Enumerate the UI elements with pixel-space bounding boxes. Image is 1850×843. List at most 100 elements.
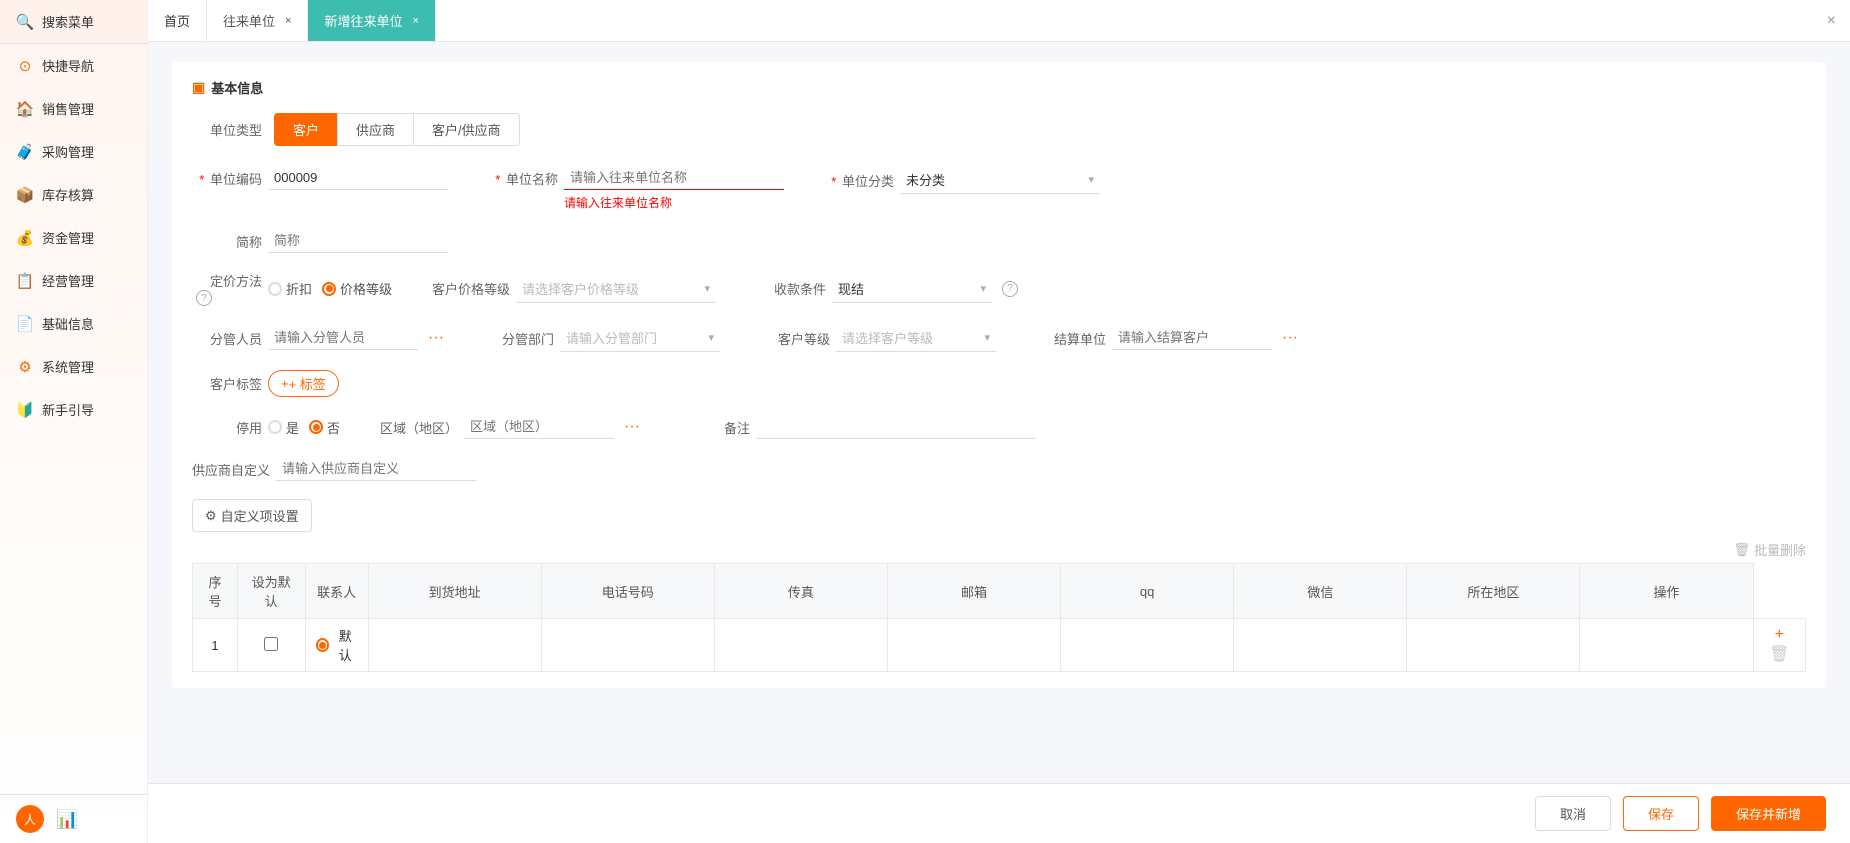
- settlement-unit-input[interactable]: [1112, 326, 1272, 350]
- operations-icon: 📋: [16, 272, 34, 290]
- shortcut-icon: ⊙: [16, 57, 34, 75]
- radio-yes[interactable]: 是: [268, 418, 299, 437]
- cell-fax[interactable]: [887, 619, 1060, 672]
- remarks-label: 备注: [680, 418, 750, 437]
- table-header: 序号 设为默认 联系人 到货地址 电话号码 传真 邮箱 qq 微信 所在地区 操…: [193, 564, 1806, 619]
- remarks-input[interactable]: [756, 415, 1036, 439]
- payment-terms-select[interactable]: 现结 ▾: [832, 275, 992, 303]
- custom-settings-button[interactable]: ⚙ 自定义项设置: [192, 499, 312, 532]
- sidebar-item-purchase[interactable]: 🧳 采购管理: [0, 130, 147, 173]
- radio-no[interactable]: 否: [309, 418, 340, 437]
- cell-address[interactable]: [541, 619, 714, 672]
- cell-wechat[interactable]: [1407, 619, 1580, 672]
- sidebar-item-sales[interactable]: 🏠 销售管理: [0, 87, 147, 130]
- sidebar-item-finance[interactable]: 💰 资金管理: [0, 216, 147, 259]
- wechat-input[interactable]: [1417, 638, 1569, 653]
- fax-input[interactable]: [898, 638, 1050, 653]
- customer-price-level-field: 客户价格等级 请选择客户价格等级 ▾: [432, 275, 716, 303]
- unit-type-label: 单位类型: [192, 120, 262, 139]
- supplier-custom-label: 供应商自定义: [192, 460, 270, 479]
- basic-icon: 📄: [16, 315, 34, 333]
- tab-partner-close[interactable]: ×: [285, 15, 291, 27]
- sidebar-label-guide: 新手引导: [42, 400, 94, 419]
- cell-location[interactable]: [1580, 619, 1753, 672]
- col-seq: 序号: [193, 564, 238, 619]
- sidebar-bottom-icon1[interactable]: 人: [16, 805, 44, 833]
- type-btn-both[interactable]: 客户/供应商: [413, 113, 520, 146]
- dept-label: 分管部门: [484, 329, 554, 348]
- type-btn-customer[interactable]: 客户: [274, 113, 337, 146]
- radio-discount[interactable]: 折扣: [268, 279, 312, 298]
- col-wechat: 微信: [1234, 564, 1407, 619]
- row-add-btn[interactable]: +: [1775, 626, 1784, 643]
- tab-partner[interactable]: 往来单位 ×: [207, 0, 308, 41]
- supplier-custom-row: 供应商自定义: [192, 457, 1806, 481]
- cell-phone[interactable]: [714, 619, 887, 672]
- location-input[interactable]: [1590, 638, 1742, 653]
- region-field: 区域（地区） ···: [380, 415, 640, 439]
- region-input[interactable]: [464, 415, 614, 439]
- payment-terms-help[interactable]: ?: [1002, 281, 1018, 297]
- tab-new-partner-close[interactable]: ×: [412, 15, 418, 27]
- unit-name-field: * 单位名称 请输入往来单位名称: [488, 166, 784, 211]
- sidebar-item-search[interactable]: 🔍 搜索菜单: [0, 0, 147, 44]
- email-input[interactable]: [1071, 638, 1223, 653]
- manager-more-btn[interactable]: ···: [428, 329, 444, 347]
- pricing-help-icon[interactable]: ?: [196, 290, 212, 306]
- unit-code-input[interactable]: [268, 166, 448, 190]
- short-name-label: 简称: [192, 232, 262, 251]
- unit-name-input[interactable]: [564, 166, 784, 190]
- cell-default: [238, 619, 305, 672]
- save-button[interactable]: 保存: [1623, 796, 1699, 831]
- batch-delete-area[interactable]: 🗑 批量删除: [192, 540, 1806, 559]
- save-new-button[interactable]: 保存并新增: [1711, 796, 1826, 831]
- manager-input[interactable]: [268, 326, 418, 350]
- sidebar-label-basic: 基础信息: [42, 314, 94, 333]
- tab-new-partner[interactable]: 新增往来单位 ×: [308, 0, 435, 41]
- disabled-radio-group: 是 否: [268, 418, 340, 437]
- contact-table: 序号 设为默认 联系人 到货地址 电话号码 传真 邮箱 qq 微信 所在地区 操…: [192, 563, 1806, 672]
- short-name-field: 简称: [192, 229, 448, 253]
- sidebar-label-system: 系统管理: [42, 357, 94, 376]
- sidebar-item-guide[interactable]: 🔰 新手引导: [0, 388, 147, 431]
- cancel-button[interactable]: 取消: [1535, 796, 1611, 831]
- dept-select[interactable]: 请输入分管部门 ▾: [560, 324, 720, 352]
- cell-contact[interactable]: [368, 619, 541, 672]
- phone-input[interactable]: [725, 638, 877, 653]
- contact-input[interactable]: [379, 638, 531, 653]
- radio-price-level[interactable]: 价格等级: [322, 279, 392, 298]
- address-input[interactable]: [552, 638, 704, 653]
- sidebar-item-operations[interactable]: 📋 经营管理: [0, 259, 147, 302]
- sidebar-item-inventory[interactable]: 📦 库存核算: [0, 173, 147, 216]
- unit-code-field: * 单位编码: [192, 166, 448, 190]
- add-tag-button[interactable]: + + 标签: [268, 370, 339, 397]
- region-more-btn[interactable]: ···: [624, 418, 640, 436]
- sidebar-bottom-icon2[interactable]: 📊: [56, 809, 78, 830]
- col-phone: 电话号码: [541, 564, 714, 619]
- sidebar-item-system[interactable]: ⚙ 系统管理: [0, 345, 147, 388]
- col-region: 所在地区: [1407, 564, 1580, 619]
- unit-category-select[interactable]: 未分类 ▾: [900, 166, 1100, 194]
- sidebar-item-basic[interactable]: 📄 基础信息: [0, 302, 147, 345]
- supplier-custom-input[interactable]: [276, 457, 476, 481]
- payment-terms-label: 收款条件: [756, 279, 826, 298]
- cell-qq[interactable]: [1234, 619, 1407, 672]
- short-name-input[interactable]: [268, 229, 448, 253]
- col-action: 操作: [1580, 564, 1753, 619]
- default-radio[interactable]: [316, 638, 329, 652]
- tab-close-all[interactable]: ×: [1813, 12, 1850, 30]
- sidebar-item-shortcut[interactable]: ⊙ 快捷导航: [0, 44, 147, 87]
- qq-input[interactable]: [1244, 638, 1396, 653]
- row-checkbox[interactable]: [264, 637, 278, 651]
- customer-price-level-select[interactable]: 请选择客户价格等级 ▾: [516, 275, 716, 303]
- customer-level-select[interactable]: 请选择客户等级 ▾: [836, 324, 996, 352]
- pricing-method-label: 定价方法 ?: [192, 271, 262, 306]
- row-del-btn[interactable]: 🗑: [1769, 646, 1789, 663]
- settlement-more-btn[interactable]: ···: [1282, 329, 1298, 347]
- code-name-row: * 单位编码 * 单位名称 请输入往来单位名称: [192, 166, 1806, 211]
- section-icon: ▣: [192, 79, 205, 96]
- customer-level-field: 客户等级 请选择客户等级 ▾: [760, 324, 996, 352]
- type-btn-supplier[interactable]: 供应商: [337, 113, 413, 146]
- tab-home[interactable]: 首页: [148, 0, 207, 41]
- cell-email[interactable]: [1061, 619, 1234, 672]
